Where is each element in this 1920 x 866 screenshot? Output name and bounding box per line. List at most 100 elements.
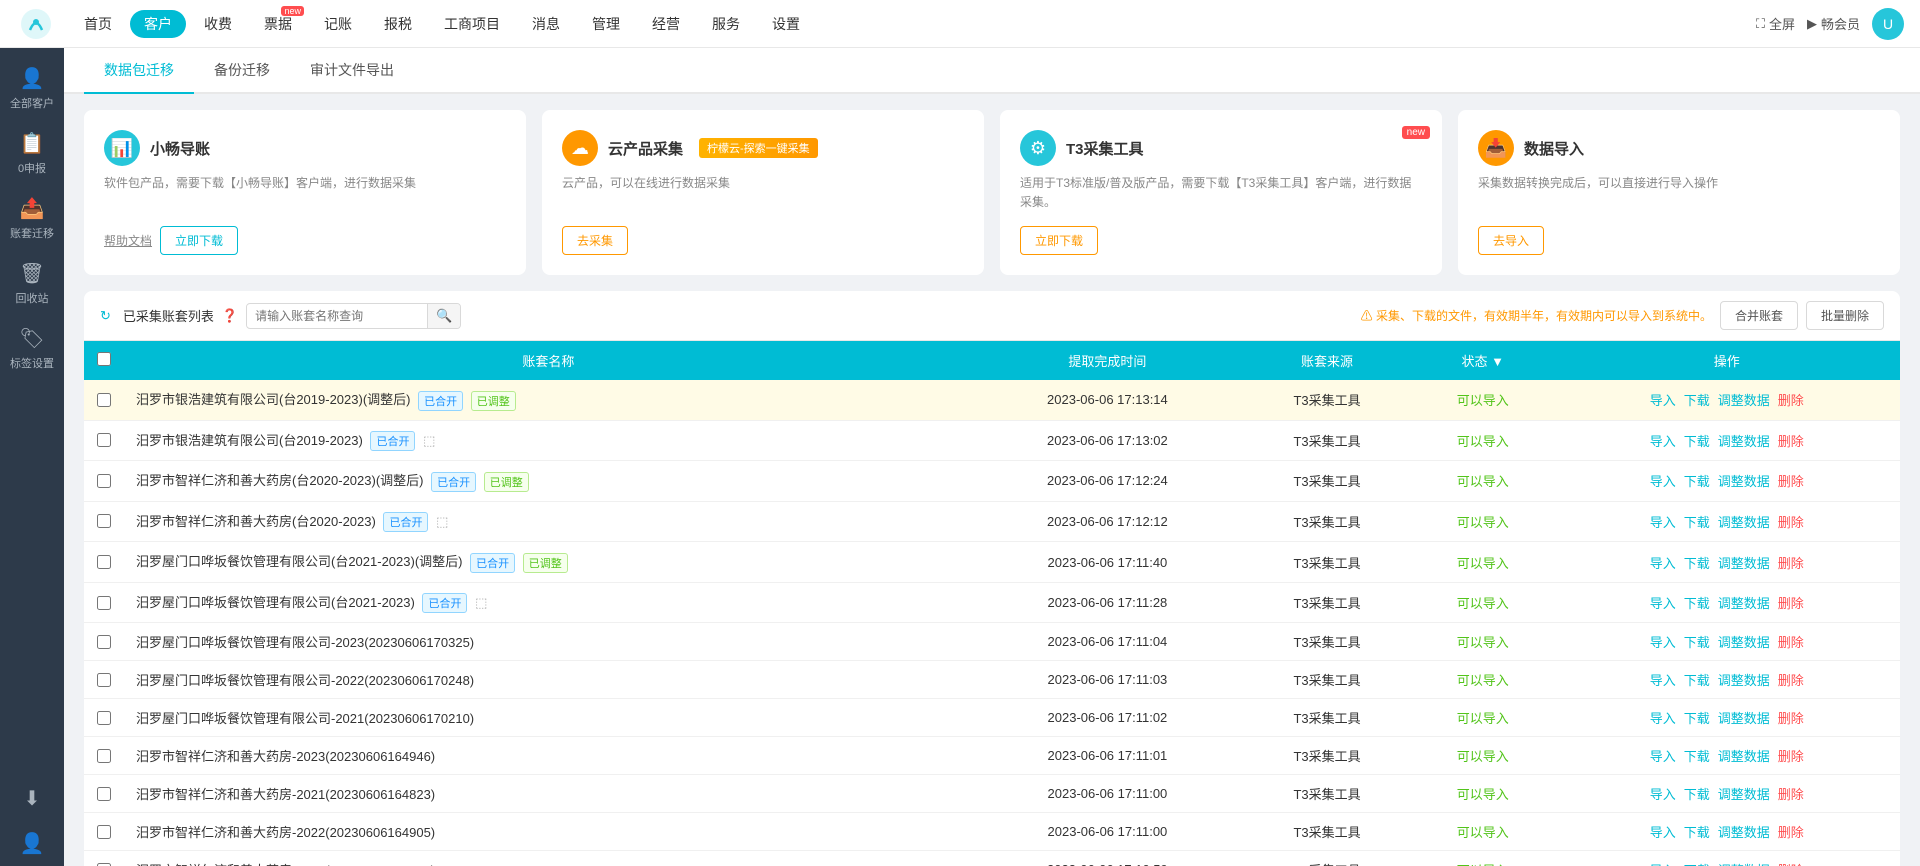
member-button[interactable]: ▶ 畅会员: [1807, 14, 1860, 33]
action-调整数据[interactable]: 调整数据: [1718, 711, 1770, 726]
sidebar-item-user-settings[interactable]: 👤: [16, 821, 49, 866]
action-下载[interactable]: 下载: [1684, 393, 1710, 408]
action-删除[interactable]: 删除: [1778, 434, 1804, 449]
search-input[interactable]: [247, 305, 427, 327]
sidebar-item-recycle[interactable]: 🗑 回收站: [0, 251, 64, 316]
copy-icon[interactable]: ⬚: [423, 433, 435, 448]
action-调整数据[interactable]: 调整数据: [1718, 434, 1770, 449]
action-调整数据[interactable]: 调整数据: [1718, 393, 1770, 408]
tab-data-migration[interactable]: 数据包迁移: [84, 48, 194, 94]
row-checkbox[interactable]: [97, 635, 111, 649]
nav-customer[interactable]: 客户: [130, 10, 186, 38]
action-下载[interactable]: 下载: [1684, 711, 1710, 726]
row-checkbox[interactable]: [97, 474, 111, 488]
nav-billing[interactable]: 收费: [190, 10, 246, 38]
row-checkbox[interactable]: [97, 596, 111, 610]
help-doc-link[interactable]: 帮助文档: [104, 232, 152, 249]
action-调整数据[interactable]: 调整数据: [1718, 556, 1770, 571]
action-调整数据[interactable]: 调整数据: [1718, 787, 1770, 802]
action-调整数据[interactable]: 调整数据: [1718, 474, 1770, 489]
nav-settings[interactable]: 设置: [758, 10, 814, 38]
row-checkbox[interactable]: [97, 825, 111, 839]
tab-audit-export[interactable]: 审计文件导出: [290, 48, 414, 94]
sidebar-item-zero-report[interactable]: 📋 0申报: [0, 121, 64, 186]
action-导入[interactable]: 导入: [1650, 711, 1676, 726]
fullscreen-button[interactable]: ⛶ 全屏: [1756, 14, 1795, 33]
action-调整数据[interactable]: 调整数据: [1718, 635, 1770, 650]
row-checkbox[interactable]: [97, 787, 111, 801]
nav-tax[interactable]: 报税: [370, 10, 426, 38]
action-删除[interactable]: 删除: [1778, 556, 1804, 571]
action-调整数据[interactable]: 调整数据: [1718, 596, 1770, 611]
row-checkbox[interactable]: [97, 673, 111, 687]
app-logo[interactable]: [16, 4, 56, 44]
row-checkbox[interactable]: [97, 749, 111, 763]
sidebar-item-download[interactable]: ⬇: [16, 776, 49, 821]
action-调整数据[interactable]: 调整数据: [1718, 749, 1770, 764]
action-导入[interactable]: 导入: [1650, 596, 1676, 611]
copy-icon[interactable]: ⬚: [436, 514, 448, 529]
action-下载[interactable]: 下载: [1684, 596, 1710, 611]
action-导入[interactable]: 导入: [1650, 749, 1676, 764]
action-删除[interactable]: 删除: [1778, 393, 1804, 408]
sidebar-item-migration[interactable]: 📤 账套迁移: [0, 186, 64, 251]
action-导入[interactable]: 导入: [1650, 673, 1676, 688]
nav-bookkeeping[interactable]: 记账: [310, 10, 366, 38]
select-all-checkbox[interactable]: [97, 352, 111, 366]
refresh-icon[interactable]: ↻: [100, 308, 111, 324]
action-下载[interactable]: 下载: [1684, 825, 1710, 840]
copy-icon[interactable]: ⬚: [475, 595, 487, 610]
nav-invoice[interactable]: 票据new: [250, 10, 306, 38]
action-删除[interactable]: 删除: [1778, 474, 1804, 489]
action-删除[interactable]: 删除: [1778, 673, 1804, 688]
download-now-button-3[interactable]: 立即下载: [1020, 226, 1098, 255]
row-checkbox[interactable]: [97, 393, 111, 407]
action-下载[interactable]: 下载: [1684, 635, 1710, 650]
nav-manage[interactable]: 管理: [578, 10, 634, 38]
action-删除[interactable]: 删除: [1778, 711, 1804, 726]
col-status[interactable]: 状态 ▼: [1412, 341, 1554, 380]
sidebar-item-all-customers[interactable]: 👤 全部客户: [0, 56, 64, 121]
action-调整数据[interactable]: 调整数据: [1718, 673, 1770, 688]
action-导入[interactable]: 导入: [1650, 635, 1676, 650]
action-删除[interactable]: 删除: [1778, 515, 1804, 530]
row-checkbox[interactable]: [97, 514, 111, 528]
action-下载[interactable]: 下载: [1684, 474, 1710, 489]
action-导入[interactable]: 导入: [1650, 434, 1676, 449]
help-icon[interactable]: ❓: [222, 308, 238, 324]
action-下载[interactable]: 下载: [1684, 556, 1710, 571]
action-下载[interactable]: 下载: [1684, 515, 1710, 530]
action-导入[interactable]: 导入: [1650, 393, 1676, 408]
action-删除[interactable]: 删除: [1778, 825, 1804, 840]
row-checkbox[interactable]: [97, 711, 111, 725]
action-删除[interactable]: 删除: [1778, 787, 1804, 802]
action-下载[interactable]: 下载: [1684, 673, 1710, 688]
download-now-button-1[interactable]: 立即下载: [160, 226, 238, 255]
go-collect-button[interactable]: 去采集: [562, 226, 628, 255]
action-导入[interactable]: 导入: [1650, 474, 1676, 489]
action-调整数据[interactable]: 调整数据: [1718, 825, 1770, 840]
sidebar-item-labels[interactable]: 🏷 标签设置: [0, 316, 64, 381]
nav-message[interactable]: 消息: [518, 10, 574, 38]
batch-delete-button[interactable]: 批量删除: [1806, 301, 1884, 330]
nav-business[interactable]: 工商项目: [430, 10, 514, 38]
action-导入[interactable]: 导入: [1650, 556, 1676, 571]
action-删除[interactable]: 删除: [1778, 596, 1804, 611]
nav-home[interactable]: 首页: [70, 10, 126, 38]
nav-operation[interactable]: 经营: [638, 10, 694, 38]
action-调整数据[interactable]: 调整数据: [1718, 515, 1770, 530]
row-checkbox[interactable]: [97, 433, 111, 447]
action-删除[interactable]: 删除: [1778, 635, 1804, 650]
nav-service[interactable]: 服务: [698, 10, 754, 38]
row-checkbox[interactable]: [97, 555, 111, 569]
tab-backup-migration[interactable]: 备份迁移: [194, 48, 290, 94]
merge-button[interactable]: 合并账套: [1720, 301, 1798, 330]
action-导入[interactable]: 导入: [1650, 825, 1676, 840]
action-下载[interactable]: 下载: [1684, 434, 1710, 449]
action-导入[interactable]: 导入: [1650, 515, 1676, 530]
avatar[interactable]: U: [1872, 8, 1904, 40]
action-下载[interactable]: 下载: [1684, 749, 1710, 764]
action-下载[interactable]: 下载: [1684, 787, 1710, 802]
go-import-button[interactable]: 去导入: [1478, 226, 1544, 255]
action-导入[interactable]: 导入: [1650, 787, 1676, 802]
